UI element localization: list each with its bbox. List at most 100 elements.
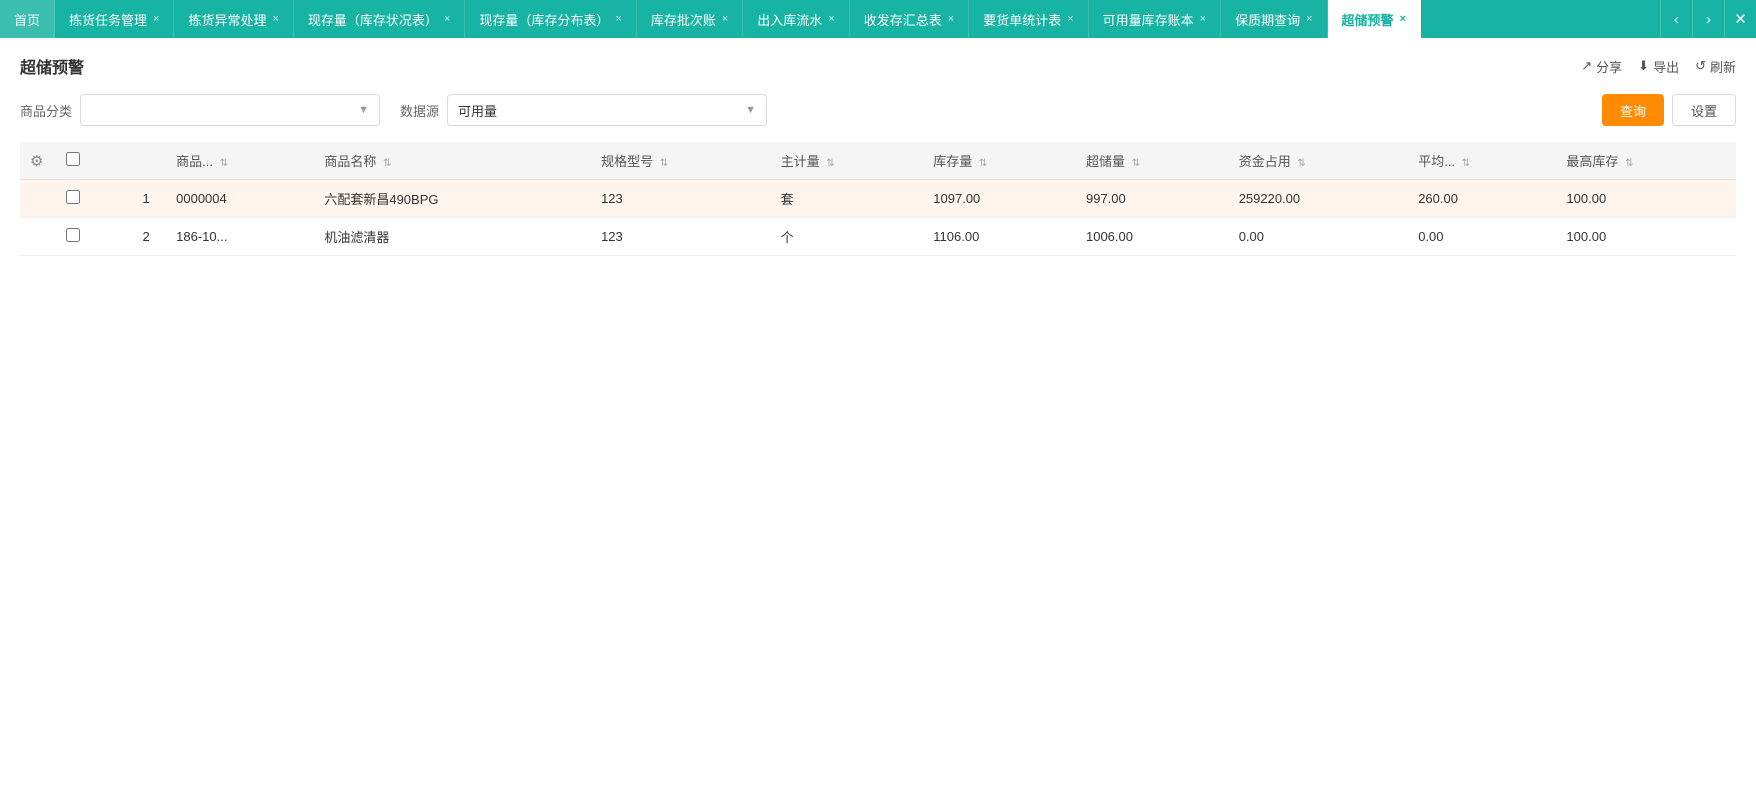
select-all-checkbox[interactable] — [66, 152, 80, 166]
nav-close-11[interactable]: × — [1400, 13, 1406, 25]
nav-close-10[interactable]: × — [1306, 13, 1312, 25]
nav-item-4[interactable]: 现存量（库存分布表） × — [465, 0, 636, 38]
col-unit[interactable]: 主计量 ⇅ — [771, 142, 924, 180]
nav-item-7[interactable]: 收发存汇总表 × — [850, 0, 969, 38]
nav-label-7: 收发存汇总表 — [864, 10, 942, 29]
row-stock-cell: 1106.00 — [923, 218, 1076, 256]
nav-item-11[interactable]: 超储预警 × — [1328, 0, 1421, 38]
share-label: 分享 — [1596, 57, 1622, 76]
page-actions: ↗ 分享 ⬇ 导出 ↺ 刷新 — [1581, 57, 1736, 76]
category-filter-group: 商品分类 ▼ — [20, 94, 380, 126]
refresh-action[interactable]: ↺ 刷新 — [1695, 57, 1736, 76]
page-title: 超储预警 — [20, 54, 84, 78]
nav-item-6[interactable]: 出入库流水 × — [743, 0, 849, 38]
sort-icon-overstock: ⇅ — [1132, 158, 1140, 169]
col-avg[interactable]: 平均... ⇅ — [1408, 142, 1556, 180]
nav-item-9[interactable]: 可用量库存账本 × — [1089, 0, 1221, 38]
refresh-icon: ↺ — [1695, 58, 1706, 74]
nav-close-7[interactable]: × — [948, 13, 954, 25]
nav-item-2[interactable]: 拣货异常处理 × — [174, 0, 293, 38]
col-max-stock[interactable]: 最高库存 ⇅ — [1556, 142, 1736, 180]
col-overstock-label: 超储量 — [1086, 154, 1125, 169]
nav-close-6[interactable]: × — [828, 13, 834, 25]
nav-item-home[interactable]: 首页 — [0, 0, 55, 38]
category-select[interactable]: ▼ — [80, 94, 380, 126]
row-max-stock-cell: 100.00 — [1556, 218, 1736, 256]
page-content: 超储预警 ↗ 分享 ⬇ 导出 ↺ 刷新 商品分类 ▼ 数据源 — [0, 38, 1756, 800]
row-product-name-cell: 六配套新昌490BPG — [314, 180, 591, 218]
datasource-select-value: 可用量 — [458, 101, 497, 120]
nav-item-5[interactable]: 库存批次账 × — [637, 0, 743, 38]
share-icon: ↗ — [1581, 58, 1592, 74]
col-product-name[interactable]: 商品名称 ⇅ — [314, 142, 591, 180]
category-filter-label: 商品分类 — [20, 101, 72, 120]
nav-close-4[interactable]: × — [615, 13, 621, 25]
col-capital-label: 资金占用 — [1239, 154, 1291, 169]
nav-label-3: 现存量（库存状况表） — [308, 10, 438, 29]
nav-label-8: 要货单统计表 — [983, 10, 1061, 29]
nav-item-1[interactable]: 拣货任务管理 × — [55, 0, 174, 38]
row-checkbox-cell — [56, 218, 126, 256]
col-stock-label: 库存量 — [933, 154, 972, 169]
col-no — [126, 142, 166, 180]
export-label: 导出 — [1653, 57, 1679, 76]
col-max-stock-label: 最高库存 — [1566, 154, 1618, 169]
row-spec-cell: 123 — [591, 180, 771, 218]
nav-close-all-button[interactable]: ✕ — [1724, 0, 1756, 38]
nav-prev-button[interactable]: ‹ — [1660, 0, 1692, 38]
col-capital[interactable]: 资金占用 ⇅ — [1229, 142, 1409, 180]
row-checkbox-0[interactable] — [66, 190, 80, 204]
col-avg-label: 平均... — [1418, 154, 1455, 169]
nav-close-3[interactable]: × — [444, 13, 450, 25]
row-overstock-cell: 1006.00 — [1076, 218, 1229, 256]
col-overstock[interactable]: 超储量 ⇅ — [1076, 142, 1229, 180]
page-header: 超储预警 ↗ 分享 ⬇ 导出 ↺ 刷新 — [20, 54, 1736, 78]
row-unit-cell: 套 — [771, 180, 924, 218]
export-action[interactable]: ⬇ 导出 — [1638, 57, 1679, 76]
col-unit-label: 主计量 — [781, 154, 820, 169]
nav-item-8[interactable]: 要货单统计表 × — [969, 0, 1088, 38]
nav-close-2[interactable]: × — [272, 13, 278, 25]
data-table: ⚙ 商品... ⇅ 商品名称 ⇅ 规格型号 ⇅ — [20, 142, 1736, 256]
nav-label-9: 可用量库存账本 — [1103, 10, 1194, 29]
row-capital-cell: 0.00 — [1229, 218, 1409, 256]
query-button[interactable]: 查询 — [1602, 94, 1664, 126]
nav-close-9[interactable]: × — [1200, 13, 1206, 25]
sort-icon-capital: ⇅ — [1297, 158, 1305, 169]
settings-button[interactable]: 设置 — [1672, 94, 1736, 126]
col-product-code[interactable]: 商品... ⇅ — [166, 142, 314, 180]
nav-close-8[interactable]: × — [1067, 13, 1073, 25]
export-icon: ⬇ — [1638, 58, 1649, 74]
nav-item-3[interactable]: 现存量（库存状况表） × — [294, 0, 465, 38]
gear-icon[interactable]: ⚙ — [30, 153, 43, 170]
nav-close-1[interactable]: × — [153, 13, 159, 25]
nav-label-5: 库存批次账 — [651, 10, 716, 29]
nav-label-4: 现存量（库存分布表） — [479, 10, 609, 29]
nav-next-button[interactable]: › — [1692, 0, 1724, 38]
filter-actions: 查询 设置 — [1602, 94, 1736, 126]
row-unit-cell: 个 — [771, 218, 924, 256]
col-spec[interactable]: 规格型号 ⇅ — [591, 142, 771, 180]
col-stock[interactable]: 库存量 ⇅ — [923, 142, 1076, 180]
row-checkbox-1[interactable] — [66, 228, 80, 242]
col-checkbox-header — [56, 142, 126, 180]
row-capital-cell: 259220.00 — [1229, 180, 1409, 218]
nav-label-10: 保质期查询 — [1235, 10, 1300, 29]
datasource-filter-group: 数据源 可用量 ▼ — [400, 94, 767, 126]
datasource-select[interactable]: 可用量 ▼ — [447, 94, 767, 126]
row-checkbox-cell — [56, 180, 126, 218]
row-product-code-cell: 0000004 — [166, 180, 314, 218]
row-avg-cell: 260.00 — [1408, 180, 1556, 218]
sort-icon-unit: ⇅ — [826, 158, 834, 169]
filter-bar: 商品分类 ▼ 数据源 可用量 ▼ 查询 设置 — [20, 94, 1736, 126]
nav-close-5[interactable]: × — [722, 13, 728, 25]
nav-item-10[interactable]: 保质期查询 × — [1221, 0, 1327, 38]
row-spec-cell: 123 — [591, 218, 771, 256]
share-action[interactable]: ↗ 分享 — [1581, 57, 1622, 76]
nav-controls: ‹ › ✕ — [1660, 0, 1756, 38]
top-navigation: 首页 拣货任务管理 × 拣货异常处理 × 现存量（库存状况表） × 现存量（库存… — [0, 0, 1756, 38]
sort-icon-stock: ⇅ — [979, 158, 987, 169]
row-overstock-cell: 997.00 — [1076, 180, 1229, 218]
table-row: 1 0000004 六配套新昌490BPG 123 套 1097.00 997.… — [20, 180, 1736, 218]
sort-icon-product-code: ⇅ — [220, 158, 228, 169]
